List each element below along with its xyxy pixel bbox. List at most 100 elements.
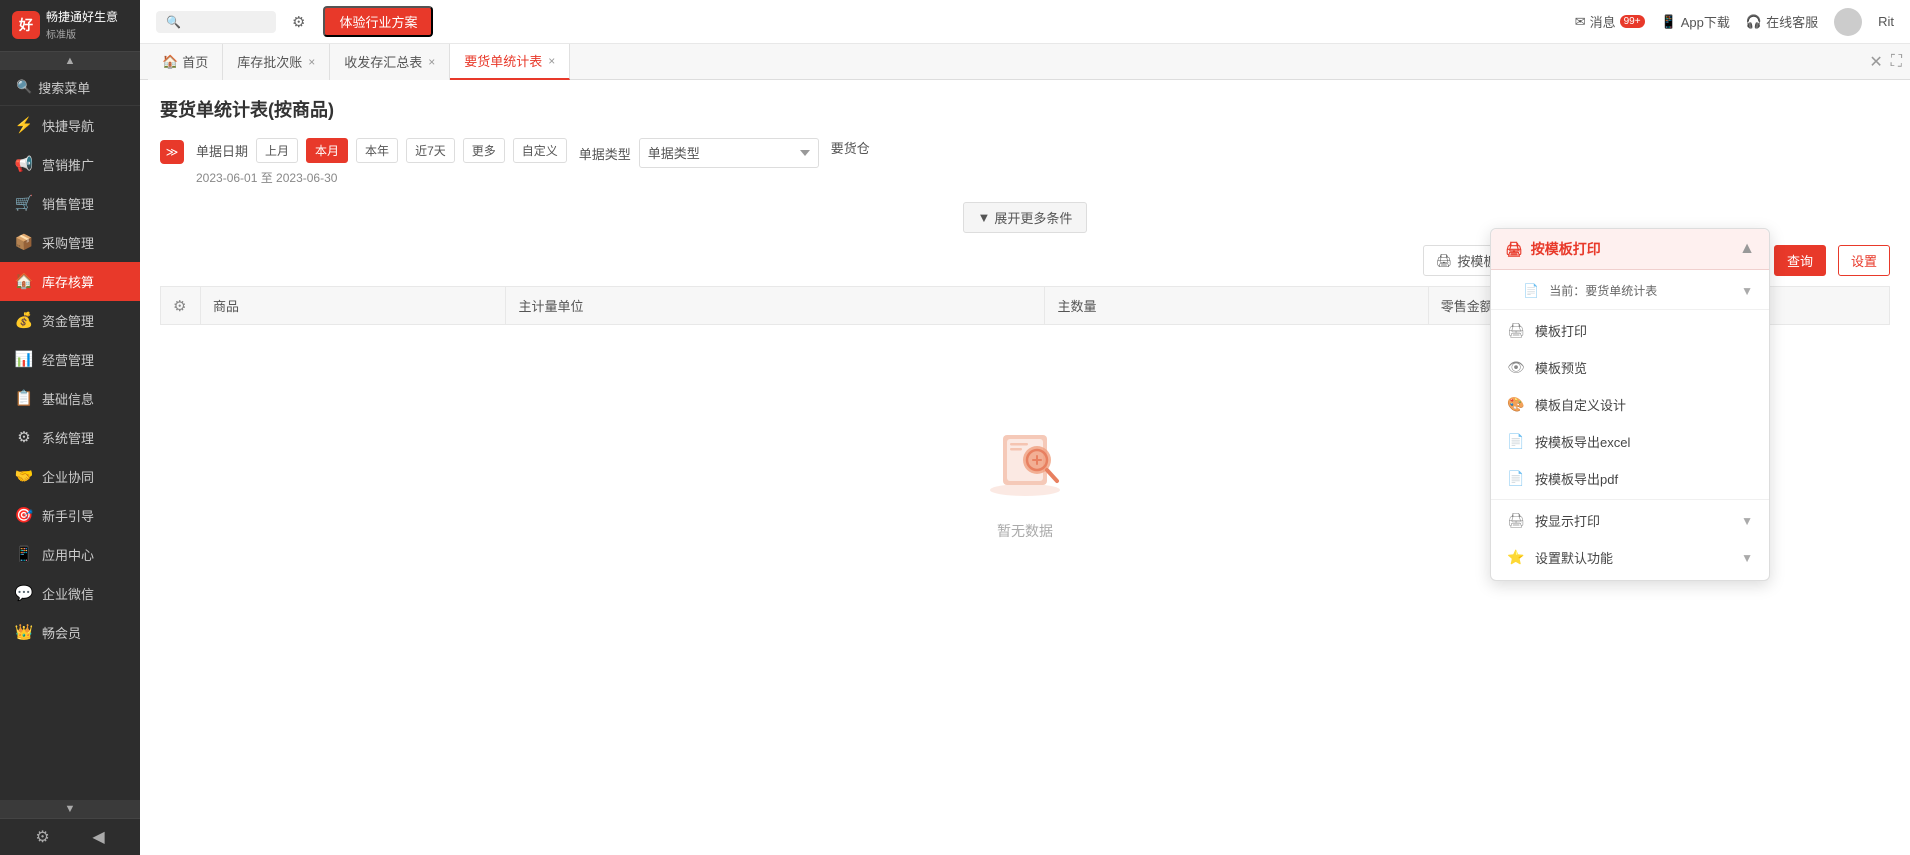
date-range-label: 2023-06-01 至 2023-06-30 (196, 169, 567, 186)
search-menu-label: 搜索菜单 (38, 78, 90, 97)
topbar: 🔍 ⚙ 体验行业方案 ✉ 消息 99+ 📱 App下载 🎧 在线客服 Rit (140, 0, 1910, 44)
print-menu-template-preview[interactable]: 👁 模板预览 (1491, 349, 1769, 386)
default-func-icon: ⭐ (1507, 549, 1525, 566)
search-menu-item[interactable]: 🔍 搜索菜单 (0, 70, 140, 106)
tab-home-label: 首页 (182, 52, 208, 71)
expand-tab-icon[interactable]: ⛶ (1891, 53, 1902, 71)
print-dropdown-body: 📄 当前：要货单统计表 ▼ 🖨 模板打印 👁 模板预览 🎨 模板自定义设计 (1491, 270, 1769, 580)
sidebar-item-inventory[interactable]: 🏠 库存核算 (0, 262, 140, 301)
tab-batch-account-close[interactable]: × (308, 55, 315, 69)
tab-order-stats-label: 要货单统计表 (464, 51, 542, 70)
type-filter-row: 单据类型 单据类型 (579, 138, 819, 168)
app-download-btn[interactable]: 📱 App下载 (1661, 12, 1730, 31)
topbar-search[interactable]: 🔍 (156, 11, 276, 33)
date-btn-custom[interactable]: 自定义 (513, 138, 567, 163)
sidebar-item-label: 系统管理 (42, 428, 126, 447)
quick-nav-icon: ⚡ (14, 116, 34, 134)
sidebar-item-label: 资金管理 (42, 311, 126, 330)
table-settings-icon[interactable]: ⚙ (173, 298, 186, 315)
sidebar-item-label: 基础信息 (42, 389, 126, 408)
tab-receipt-summary[interactable]: 收发存汇总表 × (330, 44, 450, 80)
online-service-label: 在线客服 (1766, 12, 1818, 31)
trial-btn[interactable]: 体验行业方案 (323, 6, 433, 37)
print-menu-template-print[interactable]: 🖨 模板打印 (1491, 312, 1769, 349)
table-col-product: 商品 (201, 287, 506, 325)
sidebar-item-operations[interactable]: 📊 经营管理 (0, 340, 140, 379)
collapse-icon[interactable]: ◀ (92, 827, 104, 847)
print-menu-export-excel[interactable]: 📄 按模板导出excel (1491, 423, 1769, 460)
date-btn-this-month[interactable]: 本月 (306, 138, 348, 163)
print-dropdown-close-btn[interactable]: ▲ (1739, 240, 1755, 258)
message-btn[interactable]: ✉ 消息 99+ (1575, 12, 1645, 31)
expand-more-btn[interactable]: ▼ 展开更多条件 (963, 202, 1088, 233)
sidebar: 好 畅捷通好生意 标准版 ▲ 🔍 搜索菜单 ⚡ 快捷导航 📢 营销推广 🛒 销售… (0, 0, 140, 855)
app-name: 畅捷通好生意 (46, 10, 118, 26)
tab-order-stats[interactable]: 要货单统计表 × (450, 44, 570, 80)
scroll-up-btn[interactable]: ▲ (0, 52, 140, 70)
sidebar-item-label: 畅会员 (42, 623, 126, 642)
settings-bottom-icon[interactable]: ⚙ (35, 827, 49, 847)
export-excel-icon: 📄 (1507, 433, 1525, 450)
settings-btn[interactable]: 设置 (1838, 245, 1890, 276)
sidebar-item-member[interactable]: 👑 畅会员 (0, 613, 140, 652)
sidebar-bottom: ⚙ ◀ (0, 818, 140, 855)
query-label: 查询 (1787, 251, 1813, 270)
sidebar-item-new-guide[interactable]: 🎯 新手引导 (0, 496, 140, 535)
table-col-quantity: 主数量 (1045, 287, 1428, 325)
display-print-arrow: ▼ (1741, 514, 1753, 528)
tab-batch-account[interactable]: 库存批次账 × (223, 44, 330, 80)
table-col-unit-label: 主计量单位 (518, 299, 583, 314)
close-all-tabs-icon[interactable]: ✕ (1869, 52, 1882, 72)
print-menu-default-func[interactable]: ⭐ 设置默认功能 ▼ (1491, 539, 1769, 576)
home-icon: 🏠 (162, 54, 178, 70)
display-print-label: 按显示打印 (1535, 511, 1731, 530)
date-btn-last-month[interactable]: 上月 (256, 138, 298, 163)
sidebar-item-enterprise[interactable]: 🤝 企业协同 (0, 457, 140, 496)
online-service-btn[interactable]: 🎧 在线客服 (1746, 12, 1818, 31)
finance-icon: 💰 (14, 311, 34, 329)
date-btn-7days[interactable]: 近7天 (406, 138, 455, 163)
date-btn-this-year[interactable]: 本年 (356, 138, 398, 163)
sidebar-item-label: 新手引导 (42, 506, 126, 525)
print-menu-display-print[interactable]: 🖨 按显示打印 ▼ (1491, 502, 1769, 539)
sidebar-item-marketing[interactable]: 📢 营销推广 (0, 145, 140, 184)
app-download-icon: 📱 (1661, 14, 1677, 30)
tab-receipt-summary-close[interactable]: × (428, 55, 435, 69)
topbar-gear-icon[interactable]: ⚙ (292, 13, 305, 31)
new-guide-icon: 🎯 (14, 506, 34, 524)
display-print-icon: 🖨 (1507, 512, 1525, 529)
table-col-retail-amount-label: 零售金额 (1441, 299, 1493, 314)
type-filter-select[interactable]: 单据类型 (639, 138, 819, 168)
sidebar-item-system[interactable]: ⚙ 系统管理 (0, 418, 140, 457)
sidebar-item-finance[interactable]: 💰 资金管理 (0, 301, 140, 340)
print-menu-export-pdf[interactable]: 📄 按模板导出pdf (1491, 460, 1769, 497)
sidebar-item-purchase[interactable]: 📦 采购管理 (0, 223, 140, 262)
sidebar-item-label: 销售管理 (42, 194, 126, 213)
tab-order-stats-close[interactable]: × (548, 54, 555, 68)
topbar-right: ✉ 消息 99+ 📱 App下载 🎧 在线客服 Rit (1575, 8, 1894, 36)
export-pdf-label: 按模板导出pdf (1535, 469, 1753, 488)
print-menu-template-custom[interactable]: 🎨 模板自定义设计 (1491, 386, 1769, 423)
template-custom-label: 模板自定义设计 (1535, 395, 1753, 414)
date-filter-row: 单据日期 上月 本月 本年 近7天 更多 自定义 (196, 138, 567, 163)
query-btn[interactable]: 查询 (1774, 245, 1826, 276)
expand-more-label: 展开更多条件 (994, 208, 1072, 227)
sidebar-item-sales[interactable]: 🛒 销售管理 (0, 184, 140, 223)
sidebar-item-quick-nav[interactable]: ⚡ 快捷导航 (0, 106, 140, 145)
filter-toggle-btn[interactable]: ≫ (160, 140, 184, 164)
app-logo: 好 畅捷通好生意 标准版 (0, 0, 140, 52)
date-btn-more[interactable]: 更多 (463, 138, 505, 163)
tab-home[interactable]: 🏠 首页 (148, 44, 223, 80)
sales-icon: 🛒 (14, 194, 34, 212)
print-dropdown-title-area: 🖨 按模板打印 (1505, 239, 1601, 259)
purchase-icon: 📦 (14, 233, 34, 251)
template-print-label: 模板打印 (1535, 321, 1753, 340)
sidebar-item-enterprise-wechat[interactable]: 💬 企业微信 (0, 574, 140, 613)
sidebar-item-app-center[interactable]: 📱 应用中心 (0, 535, 140, 574)
user-avatar[interactable] (1834, 8, 1862, 36)
date-filter-label: 单据日期 (196, 141, 248, 160)
goods-filter-group: 要货仓 (831, 138, 870, 157)
sidebar-item-base-info[interactable]: 📋 基础信息 (0, 379, 140, 418)
current-template-arrow: ▼ (1741, 284, 1753, 298)
scroll-down-btn[interactable]: ▼ (0, 800, 140, 818)
